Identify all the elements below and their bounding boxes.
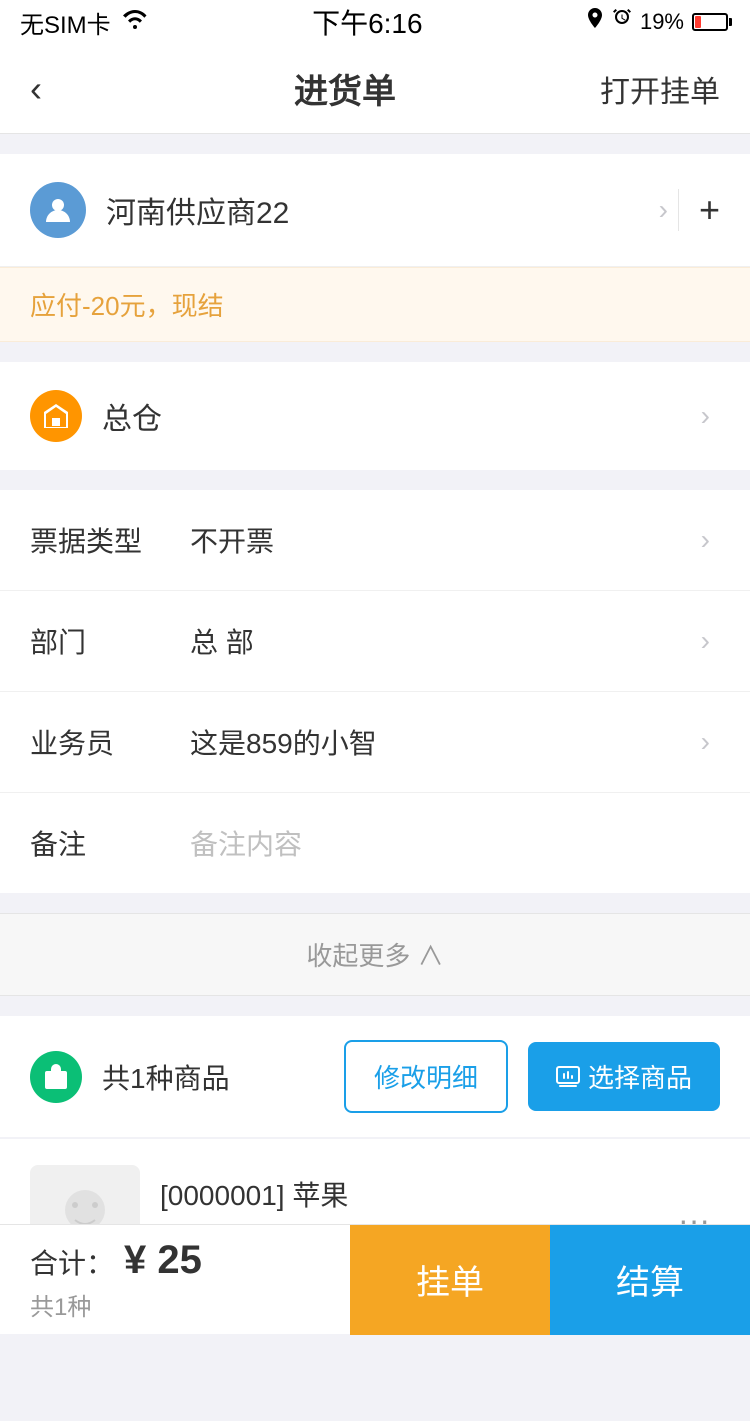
notice-bar: 应付-20元，现结 [0,267,750,342]
sales-value: 这是859的小智 [190,722,701,762]
total-amount: ¥ 25 [124,1238,202,1283]
collapse-bar[interactable]: 收起更多 ∧ [0,913,750,996]
status-time: 下午6:16 [312,2,423,42]
sales-chevron-icon: › [701,726,710,758]
page-title: 进货单 [294,64,396,113]
total-section: 合计： ¥ 25 共1种 [0,1238,350,1322]
edit-detail-button[interactable]: 修改明细 [344,1040,508,1113]
battery-text: 19% [640,9,684,35]
invoice-row[interactable]: 票据类型 不开票 › [0,490,750,591]
supplier-name: 河南供应商22 [106,188,659,232]
dept-value: 总 部 [190,621,701,661]
product-icon [30,1051,82,1103]
sales-label: 业务员 [30,722,170,762]
wifi-icon [121,8,149,36]
status-bar: 无SIM卡 下午6:16 19% [0,0,750,44]
add-button[interactable]: + [678,189,720,231]
open-hold-button[interactable]: 打开挂单 [600,67,720,111]
dept-chevron-icon: › [701,625,710,657]
carrier-text: 无SIM卡 [20,5,111,40]
invoice-label: 票据类型 [30,520,170,560]
dept-label: 部门 [30,621,170,661]
supplier-card: 河南供应商22 › + 应付-20元，现结 [0,154,750,342]
select-product-label: 选择商品 [588,1058,692,1095]
dept-row[interactable]: 部门 总 部 › [0,591,750,692]
remark-input[interactable]: 备注内容 [190,823,720,863]
supplier-chevron-icon: › [659,194,668,226]
total-label-text: 合计： [30,1242,114,1282]
notice-text: 应付-20元，现结 [30,291,224,321]
supplier-row[interactable]: 河南供应商22 › + [0,154,750,267]
supplier-avatar [30,182,86,238]
total-sub: 共1种 [30,1287,320,1322]
status-right: 19% [586,8,730,36]
product-header: 共1种商品 修改明细 选择商品 [0,1016,750,1137]
location-icon [586,8,604,36]
warehouse-name: 总仓 [102,394,701,438]
remark-row[interactable]: 备注 备注内容 [0,793,750,893]
select-product-button[interactable]: 选择商品 [528,1042,720,1111]
status-left: 无SIM卡 [20,5,149,40]
nav-bar: ‹ 进货单 打开挂单 [0,44,750,134]
total-label: 合计： ¥ 25 [30,1238,320,1283]
invoice-chevron-icon: › [701,524,710,556]
battery-icon [692,13,730,31]
remark-label: 备注 [30,823,170,863]
sales-row[interactable]: 业务员 这是859的小智 › [0,692,750,793]
bottom-bar: 合计： ¥ 25 共1种 挂单 结算 [0,1224,750,1334]
hold-button[interactable]: 挂单 [350,1225,550,1335]
invoice-value: 不开票 [190,520,701,560]
product-count: 共1种商品 [102,1057,324,1097]
alarm-icon [612,8,632,36]
warehouse-row[interactable]: 总仓 › [0,362,750,470]
form-section: 票据类型 不开票 › 部门 总 部 › 业务员 这是859的小智 › 备注 备注… [0,490,750,893]
checkout-button[interactable]: 结算 [550,1225,750,1335]
warehouse-card: 总仓 › [0,362,750,470]
warehouse-icon [30,390,82,442]
warehouse-chevron-icon: › [701,400,710,432]
product-name: [0000001] 苹果 [160,1174,648,1214]
back-button[interactable]: ‹ [30,68,90,110]
